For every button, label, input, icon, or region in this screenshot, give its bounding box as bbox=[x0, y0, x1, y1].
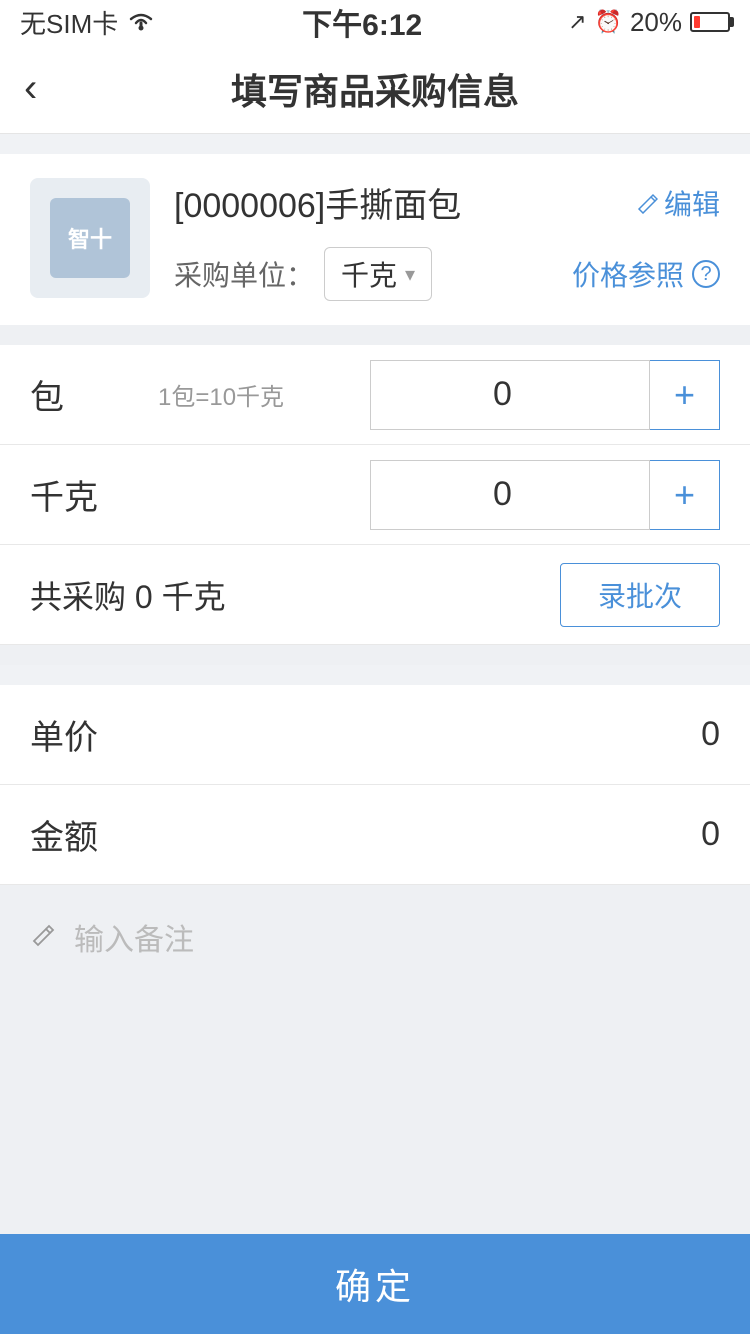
kg-input-group: + bbox=[150, 460, 720, 530]
alarm-icon: ⏰ bbox=[595, 9, 622, 35]
battery-percent: 20% bbox=[630, 7, 682, 38]
edit-button[interactable]: 编辑 bbox=[636, 183, 720, 223]
gps-icon: ↗ bbox=[568, 9, 586, 35]
bao-row: 包 1包=10千克 + bbox=[0, 345, 750, 445]
edit-label: 编辑 bbox=[664, 183, 720, 223]
price-ref-help-icon: ? bbox=[692, 260, 720, 288]
nav-bar: ‹ 填写商品采购信息 bbox=[0, 44, 750, 134]
status-right: ↗ ⏰ 20% bbox=[568, 7, 730, 38]
amount-row: 金额 0 bbox=[0, 785, 750, 885]
kg-label: 千克 bbox=[30, 470, 150, 519]
page-title: 填写商品采购信息 bbox=[231, 63, 519, 115]
product-logo-text: 智十 bbox=[68, 222, 112, 254]
unit-select[interactable]: 千克 ▾ bbox=[324, 247, 432, 301]
section-divider-1 bbox=[0, 325, 750, 345]
back-button[interactable]: ‹ bbox=[24, 66, 37, 111]
section-divider-2 bbox=[0, 645, 750, 665]
bao-input[interactable] bbox=[370, 360, 650, 430]
form-section: 包 1包=10千克 + 千克 + 共采购 0 千克 录批次 bbox=[0, 345, 750, 645]
unit-price-value: 0 bbox=[701, 715, 720, 754]
confirm-button[interactable]: 确定 bbox=[0, 1234, 750, 1334]
price-ref-button[interactable]: 价格参照 ? bbox=[572, 254, 720, 294]
product-name: [0000006]手撕面包 bbox=[174, 178, 461, 227]
unit-value: 千克 bbox=[341, 254, 397, 294]
confirm-label: 确定 bbox=[335, 1258, 415, 1310]
bao-input-group: + bbox=[284, 360, 720, 430]
amount-label: 金额 bbox=[30, 810, 98, 859]
kg-plus-button[interactable]: + bbox=[650, 460, 720, 530]
amount-value: 0 bbox=[701, 815, 720, 854]
batch-button[interactable]: 录批次 bbox=[560, 563, 720, 627]
product-logo: 智十 bbox=[50, 198, 130, 278]
wifi-icon bbox=[126, 7, 156, 38]
carrier-text: 无SIM卡 bbox=[20, 4, 118, 41]
kg-row: 千克 + bbox=[0, 445, 750, 545]
product-image: 智十 bbox=[30, 178, 150, 298]
bao-plus-button[interactable]: + bbox=[650, 360, 720, 430]
total-text: 共采购 0 千克 bbox=[30, 572, 226, 618]
status-bar: 无SIM卡 下午6:12 ↗ ⏰ 20% bbox=[0, 0, 750, 44]
product-unit-row: 采购单位： 千克 ▾ 价格参照 ? bbox=[174, 247, 720, 301]
unit-label: 采购单位： bbox=[174, 254, 314, 294]
kg-input[interactable] bbox=[370, 460, 650, 530]
unit-price-label: 单价 bbox=[30, 710, 98, 759]
dropdown-icon: ▾ bbox=[405, 262, 415, 287]
bao-label: 包 bbox=[30, 370, 150, 419]
battery-icon bbox=[690, 12, 730, 32]
product-section: 智十 [0000006]手撕面包 编辑 采购单位： 千克 ▾ bbox=[0, 154, 750, 325]
time-display: 下午6:12 bbox=[302, 0, 422, 44]
bao-sub-label: 1包=10千克 bbox=[158, 377, 284, 412]
status-left: 无SIM卡 bbox=[20, 4, 156, 41]
back-arrow-icon: ‹ bbox=[24, 66, 37, 111]
pencil-icon bbox=[30, 919, 58, 955]
unit-price-row: 单价 0 bbox=[0, 685, 750, 785]
product-name-row: [0000006]手撕面包 编辑 bbox=[174, 178, 720, 227]
price-section: 单价 0 金额 0 bbox=[0, 685, 750, 885]
notes-section[interactable]: 输入备注 bbox=[0, 885, 750, 989]
total-row: 共采购 0 千克 录批次 bbox=[0, 545, 750, 645]
notes-placeholder: 输入备注 bbox=[74, 915, 194, 959]
price-ref-label: 价格参照 bbox=[572, 254, 684, 294]
product-info: [0000006]手撕面包 编辑 采购单位： 千克 ▾ 价格参照 ? bbox=[174, 178, 720, 301]
